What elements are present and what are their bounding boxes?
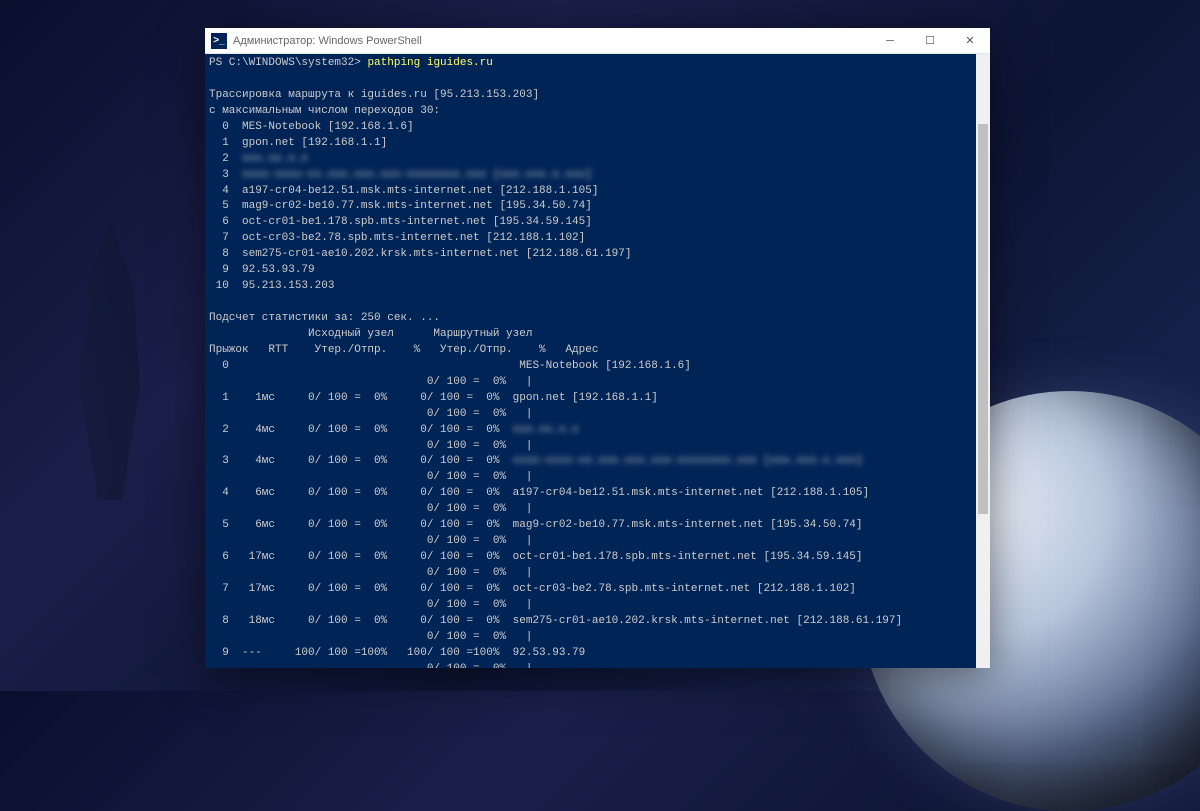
col-header-1: Исходный узел Маршрутный узел <box>209 328 532 340</box>
hop-6: 6 oct-cr01-be1.178.spb.mts-internet.net … <box>209 216 592 228</box>
powershell-icon: >_ <box>211 33 227 49</box>
stat-row-5b: 0/ 100 = 0% | <box>209 535 532 547</box>
stats-header: Подсчет статистики за: 250 сек. ... <box>209 312 440 324</box>
stat-row-1: 1 1мс 0/ 100 = 0% 0/ 100 = 0% gpon.net [… <box>209 392 658 404</box>
stat-row-7: 7 17мс 0/ 100 = 0% 0/ 100 = 0% oct-cr03-… <box>209 583 856 595</box>
hop-8: 8 sem275-cr01-ae10.202.krsk.mts-internet… <box>209 248 631 260</box>
stat-row-4b: 0/ 100 = 0% | <box>209 503 532 515</box>
stat-row-8: 8 18мс 0/ 100 = 0% 0/ 100 = 0% sem275-cr… <box>209 615 902 627</box>
col-header-2: Прыжок RTT Утер./Отпр. % Утер./Отпр. % А… <box>209 344 598 356</box>
stat-row-3b: 0/ 100 = 0% | <box>209 471 532 483</box>
window-title: Администратор: Windows PowerShell <box>233 35 870 47</box>
hop-2: 2 <box>209 153 242 165</box>
command: pathping iguides.ru <box>367 57 492 69</box>
stat-row-2-redacted: xxx.xx.x.x <box>513 423 579 439</box>
stat-row-2b: 0/ 100 = 0% | <box>209 440 532 452</box>
stat-row-1b: 0/ 100 = 0% | <box>209 408 532 420</box>
trace-header: Трассировка маршрута к iguides.ru [95.21… <box>209 89 539 101</box>
hop-9: 9 92.53.93.79 <box>209 264 315 276</box>
powershell-window: >_ Администратор: Windows PowerShell ─ ☐… <box>205 28 990 668</box>
stat-row-4: 4 6мс 0/ 100 = 0% 0/ 100 = 0% a197-cr04-… <box>209 487 869 499</box>
stat-row-2: 2 4мс 0/ 100 = 0% 0/ 100 = 0% <box>209 424 513 436</box>
hop-0: 0 MES-Notebook [192.168.1.6] <box>209 121 414 133</box>
hop-10: 10 95.213.153.203 <box>209 280 334 292</box>
stat-row-9b: 0/ 100 = 0% | <box>209 663 532 668</box>
stat-row-7b: 0/ 100 = 0% | <box>209 599 532 611</box>
stat-row-9: 9 --- 100/ 100 =100% 100/ 100 =100% 92.5… <box>209 647 585 659</box>
prompt: PS C:\WINDOWS\system32> <box>209 57 361 69</box>
scrollbar[interactable] <box>976 54 990 668</box>
window-controls: ─ ☐ ✕ <box>870 28 990 53</box>
hop-3: 3 <box>209 169 242 181</box>
scrollbar-thumb[interactable] <box>978 124 988 514</box>
hop-4: 4 a197-cr04-be12.51.msk.mts-internet.net… <box>209 185 598 197</box>
hop-3-redacted: xxxx-xxxx-xx.xxx.xxx.xxx-xxxxxxxx.xxx [x… <box>242 168 592 184</box>
stat-row-5: 5 6мс 0/ 100 = 0% 0/ 100 = 0% mag9-cr02-… <box>209 519 863 531</box>
stat-row-3: 3 4мс 0/ 100 = 0% 0/ 100 = 0% <box>209 455 513 467</box>
hop-1: 1 gpon.net [192.168.1.1] <box>209 137 387 149</box>
hop-7: 7 oct-cr03-be2.78.spb.mts-internet.net [… <box>209 232 585 244</box>
hop-2-redacted: xxx.xx.x.x <box>242 152 308 168</box>
background-ship <box>50 220 170 500</box>
close-button[interactable]: ✕ <box>950 28 990 53</box>
titlebar[interactable]: >_ Администратор: Windows PowerShell ─ ☐… <box>205 28 990 54</box>
stat-row-6b: 0/ 100 = 0% | <box>209 567 532 579</box>
console-output[interactable]: PS C:\WINDOWS\system32> pathping iguides… <box>205 54 990 668</box>
minimize-button[interactable]: ─ <box>870 28 910 53</box>
stat-row-6: 6 17мс 0/ 100 = 0% 0/ 100 = 0% oct-cr01-… <box>209 551 863 563</box>
stat-row-0: 0 MES-Notebook [192.168.1.6] <box>209 360 691 372</box>
maximize-button[interactable]: ☐ <box>910 28 950 53</box>
stat-row-8b: 0/ 100 = 0% | <box>209 631 532 643</box>
hop-5: 5 mag9-cr02-be10.77.msk.mts-internet.net… <box>209 200 592 212</box>
max-hops: с максимальным числом переходов 30: <box>209 105 440 117</box>
stat-row-3-redacted: xxxx-xxxx-xx.xxx.xxx.xxx-xxxxxxxx.xxx [x… <box>513 454 863 470</box>
stat-row-0b: 0/ 100 = 0% | <box>209 376 532 388</box>
